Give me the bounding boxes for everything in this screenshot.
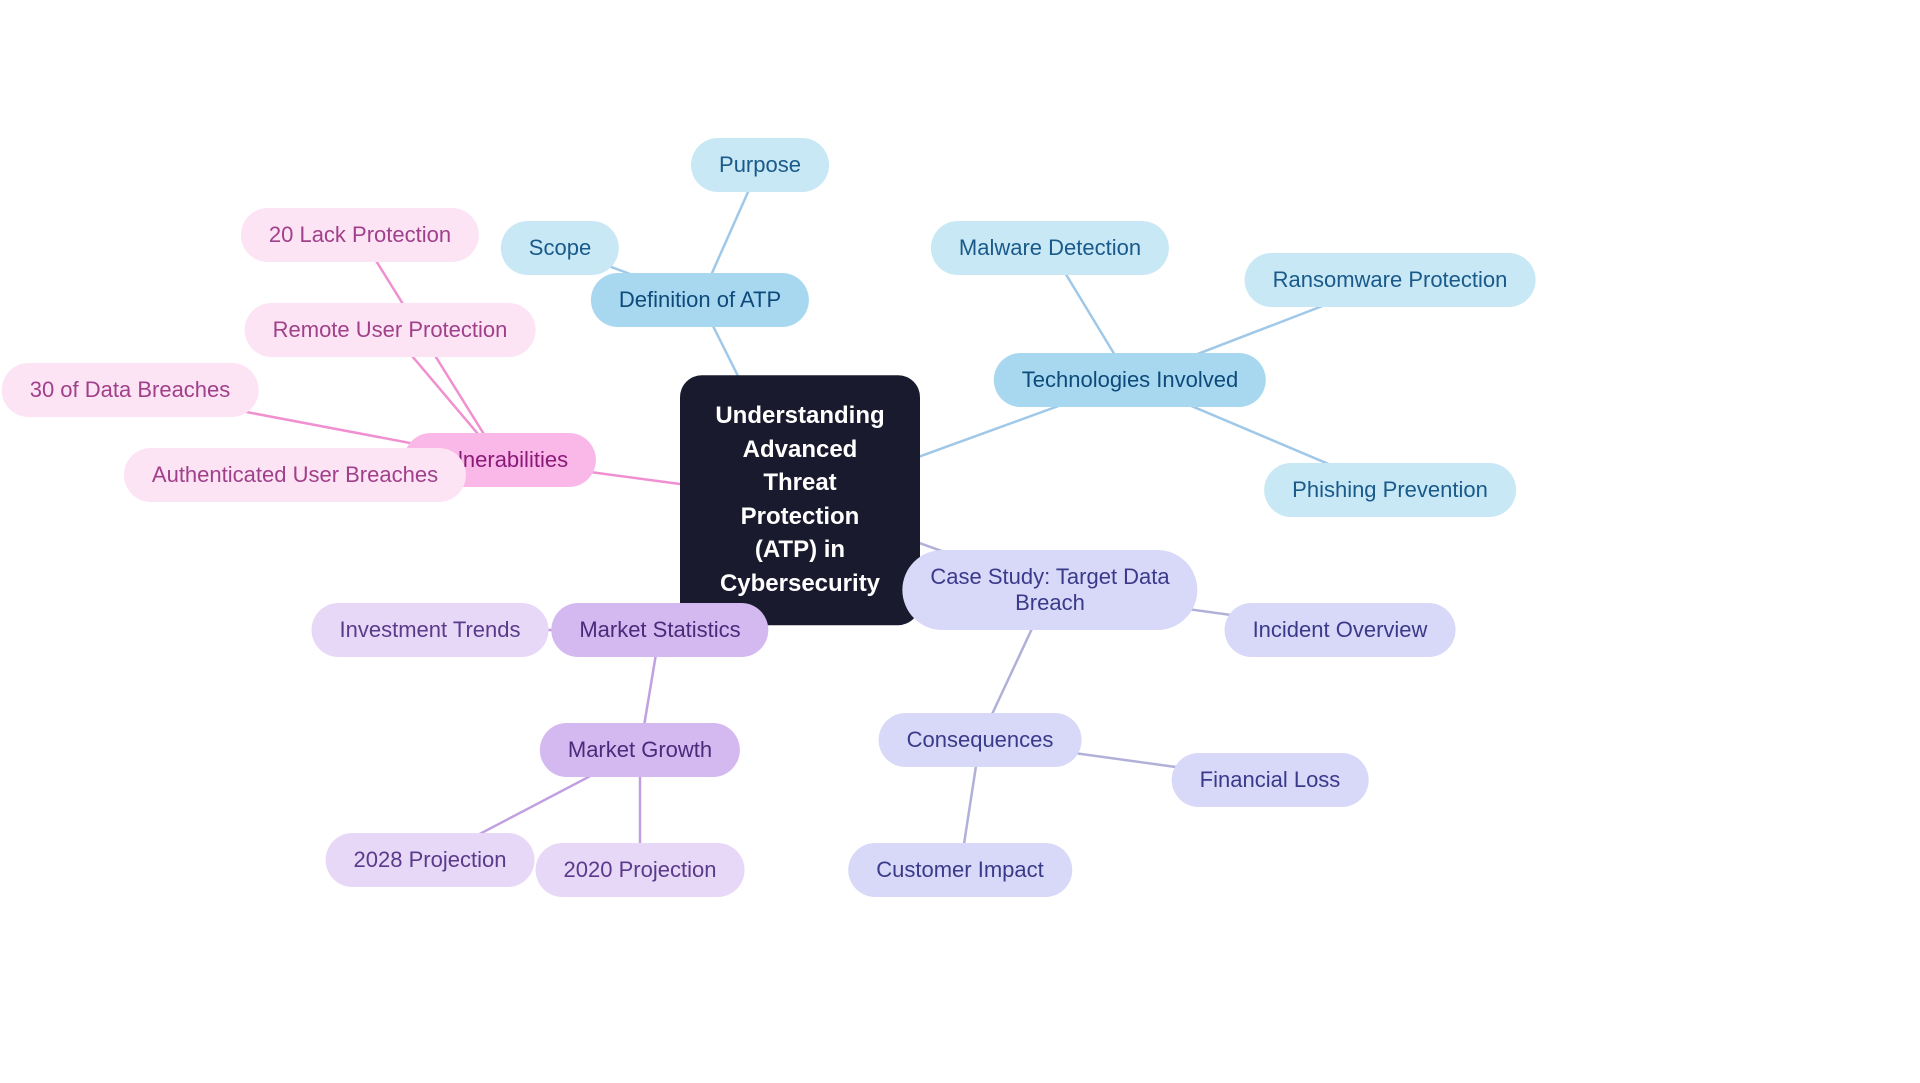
node-projection-2028[interactable]: 2028 Projection xyxy=(326,833,535,887)
node-phishing[interactable]: Phishing Prevention xyxy=(1264,463,1516,517)
node-lack-protection[interactable]: 20 Lack Protection xyxy=(241,208,479,262)
node-auth-user[interactable]: Authenticated User Breaches xyxy=(124,448,466,502)
node-financial[interactable]: Financial Loss xyxy=(1172,753,1369,807)
connections-svg xyxy=(0,0,1920,1083)
node-projection-2020[interactable]: 2020 Projection xyxy=(536,843,745,897)
node-data-breaches[interactable]: 30 of Data Breaches xyxy=(2,363,259,417)
node-investment[interactable]: Investment Trends xyxy=(312,603,549,657)
node-remote-user[interactable]: Remote User Protection xyxy=(245,303,536,357)
node-malware[interactable]: Malware Detection xyxy=(931,221,1169,275)
node-market-growth[interactable]: Market Growth xyxy=(540,723,740,777)
node-purpose[interactable]: Purpose xyxy=(691,138,829,192)
node-incident[interactable]: Incident Overview xyxy=(1225,603,1456,657)
node-market-stats[interactable]: Market Statistics xyxy=(551,603,768,657)
node-consequences[interactable]: Consequences xyxy=(879,713,1082,767)
node-case-study[interactable]: Case Study: Target Data Breach xyxy=(902,550,1197,630)
node-technologies[interactable]: Technologies Involved xyxy=(994,353,1266,407)
node-definition[interactable]: Definition of ATP xyxy=(591,273,809,327)
mind-map-container: Understanding Advanced Threat Protection… xyxy=(0,0,1920,1083)
node-ransomware[interactable]: Ransomware Protection xyxy=(1245,253,1536,307)
center-node[interactable]: Understanding Advanced Threat Protection… xyxy=(680,375,920,625)
node-customer[interactable]: Customer Impact xyxy=(848,843,1072,897)
node-scope[interactable]: Scope xyxy=(501,221,619,275)
